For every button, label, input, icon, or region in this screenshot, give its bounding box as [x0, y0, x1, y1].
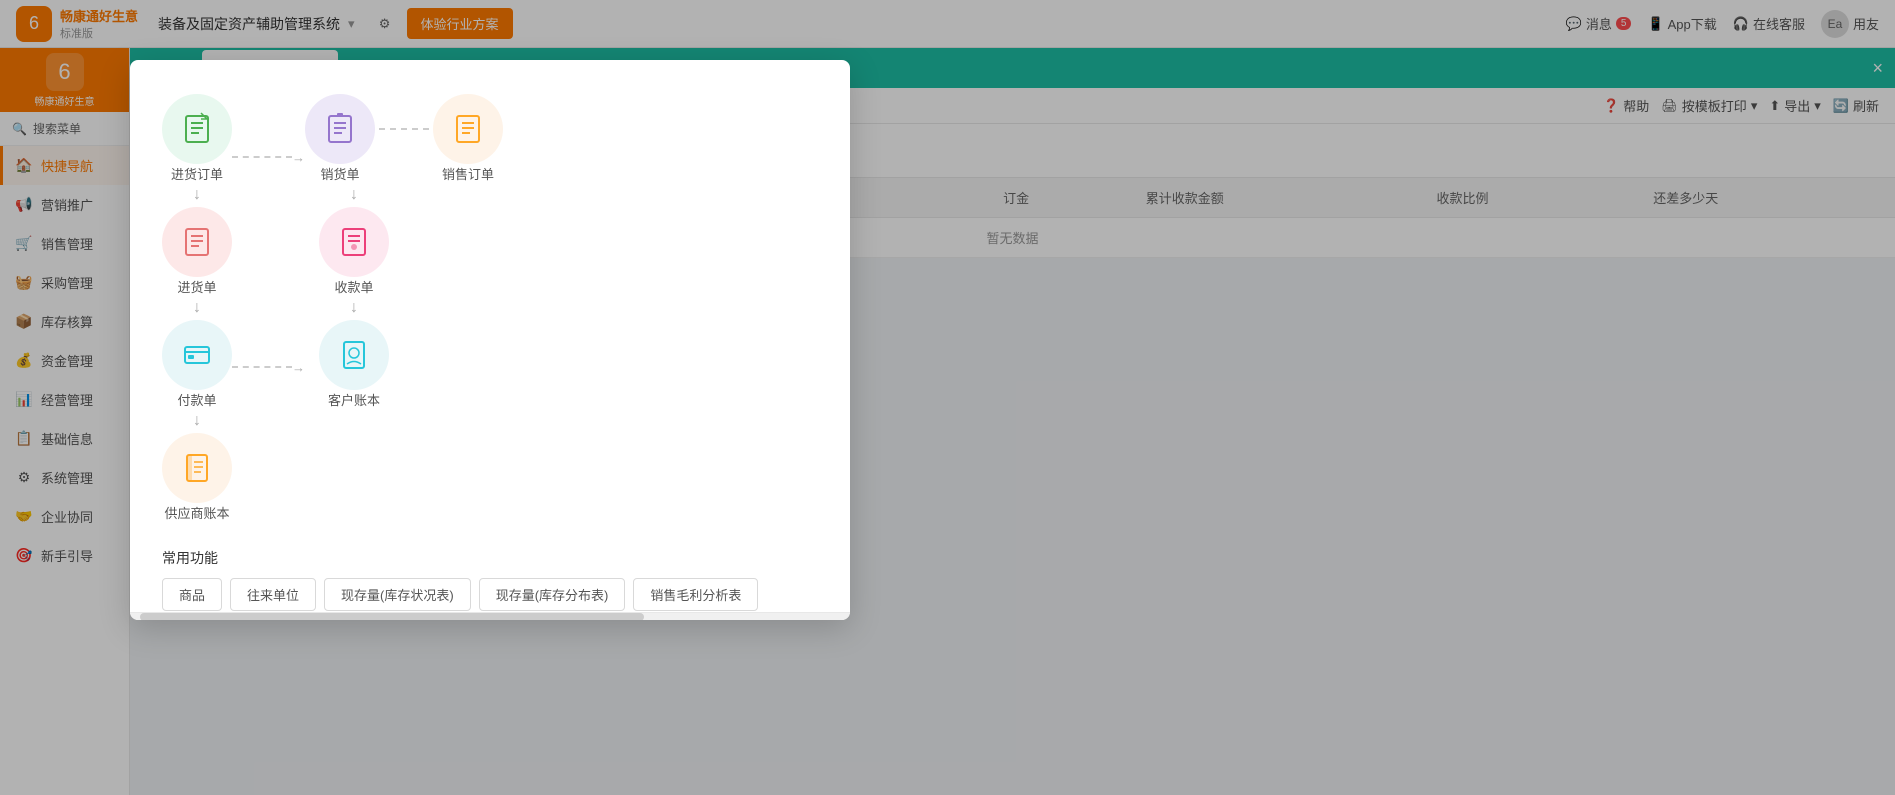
- purchase-order-circle: [162, 94, 232, 164]
- dashed-connector: [379, 128, 429, 130]
- common-function-btn[interactable]: 现存量(库存状况表): [324, 578, 471, 611]
- purchase-order-node: 进货订单: [162, 94, 232, 183]
- payment-circle: [162, 320, 232, 390]
- arrow-right-top: →: [292, 150, 305, 165]
- workflow-diagram: 进货订单 ↓ 进货单 ↓: [162, 84, 818, 532]
- purchase-order-label: 进货订单: [171, 164, 223, 183]
- payment-node: 付款单: [162, 320, 232, 409]
- dashed-line-top: [232, 156, 292, 158]
- receipt-node: 收款单: [319, 207, 389, 296]
- sale-bill-circle: [305, 94, 375, 164]
- customer-book-label: 客户账本: [328, 390, 380, 409]
- common-function-btn[interactable]: 往来单位: [230, 578, 316, 611]
- arrow-2: ↓: [193, 296, 201, 320]
- arrow-3: ↓: [193, 409, 201, 433]
- purchase-bill-node: 进货单: [162, 207, 232, 296]
- wf-right-col: 销货单 销售订单: [305, 94, 503, 409]
- payment-label: 付款单: [177, 390, 216, 409]
- arrow-5: ↓: [350, 296, 358, 320]
- modal-overlay[interactable]: 进货订单 ↓ 进货单 ↓: [130, 48, 1895, 795]
- common-btns-area: 商品往来单位现存量(库存状况表)现存量(库存分布表)销售毛利分析表商品毛利分析销…: [162, 578, 818, 612]
- sale-order-circle: [433, 94, 503, 164]
- sale-order-label: 销售订单: [442, 164, 494, 183]
- receipt-label: 收款单: [334, 277, 373, 296]
- arrow-1: ↓: [193, 183, 201, 207]
- wf-left-col: 进货订单 ↓ 进货单 ↓: [162, 94, 232, 522]
- dashed-line-bottom: [232, 366, 292, 368]
- supplier-book-label: 供应商账本: [164, 503, 229, 522]
- sale-bill-label: 销货单: [320, 164, 359, 183]
- content-area: 首页 销售订单执行表 × × ❓ 帮助 🖨 按模板打印: [130, 48, 1895, 795]
- common-function-btn[interactable]: 现存量(库存分布表): [479, 578, 626, 611]
- arrow-4: ↓: [350, 183, 358, 207]
- scrollbar-thumb: [140, 613, 644, 620]
- supplier-book-node: 供应商账本: [162, 433, 232, 522]
- common-functions-title: 常用功能: [162, 548, 818, 568]
- common-function-btn[interactable]: 商品: [162, 578, 222, 611]
- h-arrow-top: →: [232, 122, 305, 192]
- customer-book-circle: [319, 320, 389, 390]
- h-arrows-area: → →: [232, 94, 305, 402]
- modal-content: 进货订单 ↓ 进货单 ↓: [130, 60, 850, 612]
- top-row: 销货单 销售订单: [305, 94, 503, 183]
- modal-scrollbar[interactable]: [130, 612, 850, 620]
- common-functions: 常用功能 商品往来单位现存量(库存状况表)现存量(库存分布表)销售毛利分析表商品…: [162, 548, 818, 612]
- supplier-book-circle: [162, 433, 232, 503]
- purchase-bill-label: 进货单: [177, 277, 216, 296]
- h-arrow-bottom: →: [232, 332, 305, 402]
- sale-order-node: 销售订单: [433, 94, 503, 183]
- arrow-right-bottom: →: [292, 360, 305, 375]
- purchase-bill-circle: [162, 207, 232, 277]
- customer-book-node: 客户账本: [319, 320, 389, 409]
- sale-bill-node: 销货单: [305, 94, 375, 183]
- receipt-circle: [319, 207, 389, 277]
- common-function-btn[interactable]: 销售毛利分析表: [633, 578, 758, 611]
- modal-box: 进货订单 ↓ 进货单 ↓: [130, 60, 850, 620]
